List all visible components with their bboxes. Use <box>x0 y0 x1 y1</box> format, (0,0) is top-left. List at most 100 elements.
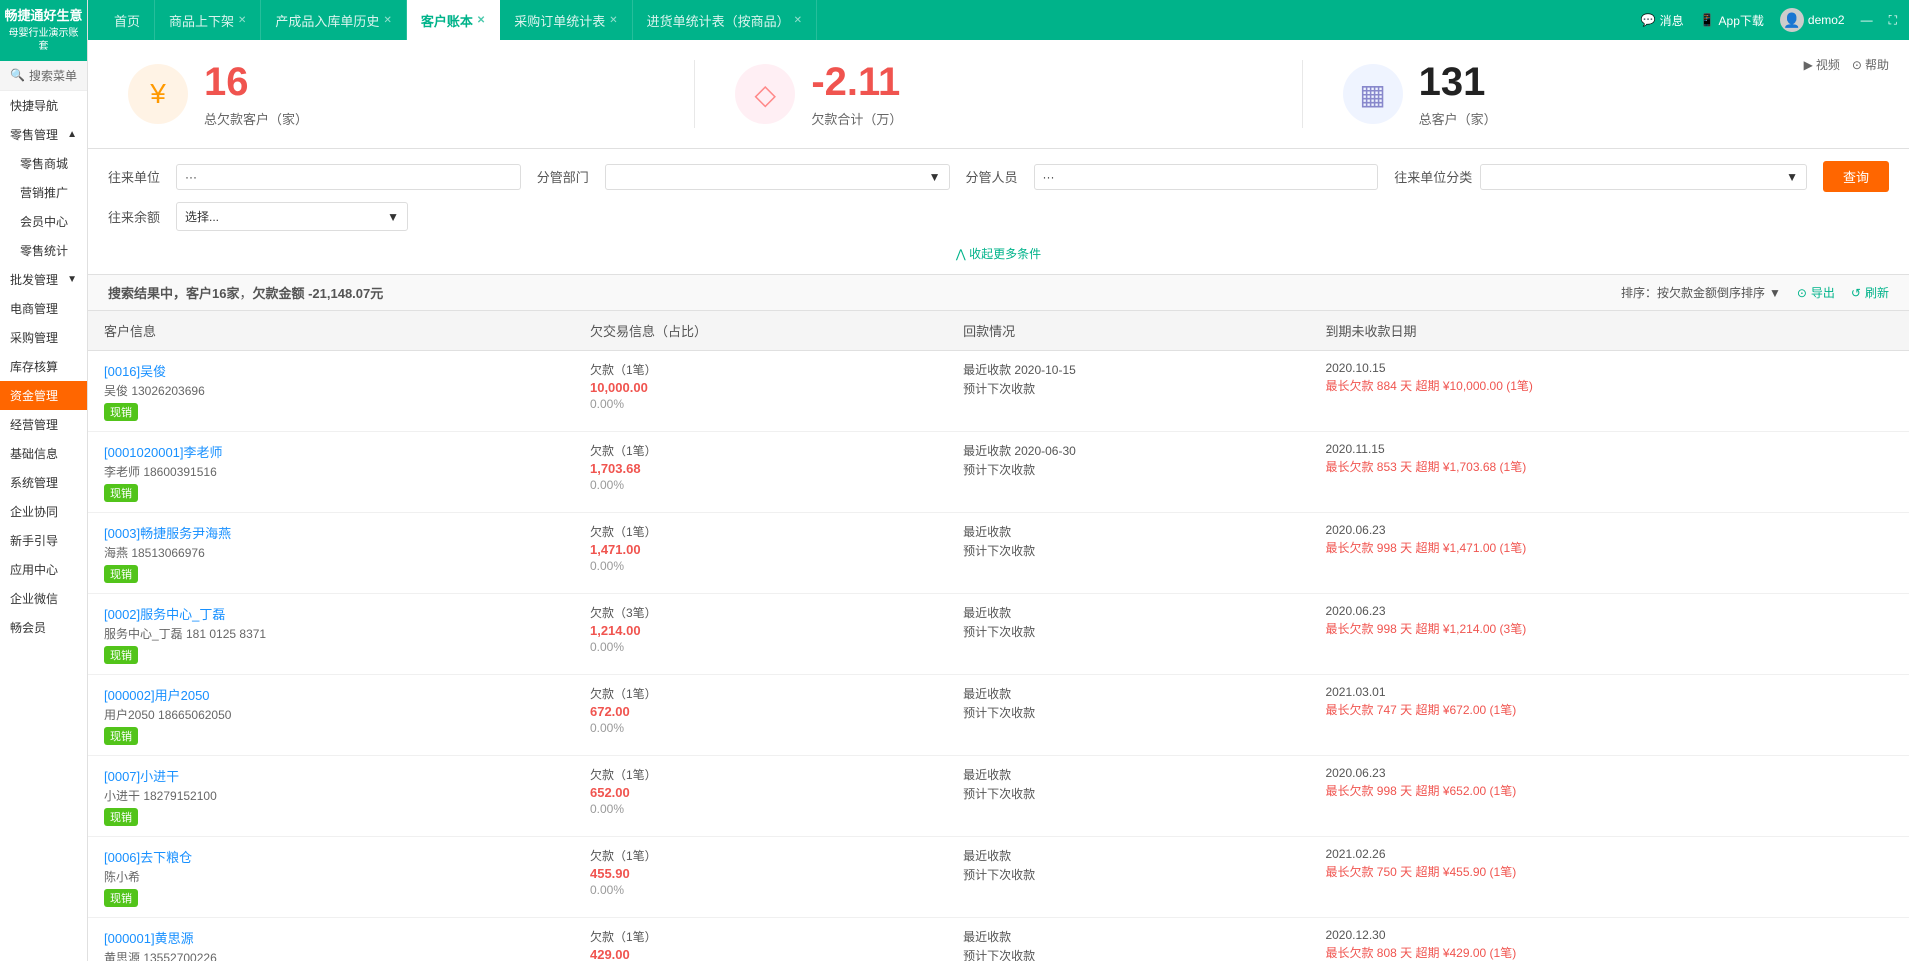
account-name: 母婴行业演示账套 <box>4 27 83 53</box>
customer-name[interactable]: [0007]小进干 <box>104 766 558 785</box>
col-payback: 回款情况 <box>947 311 1309 351</box>
app-download-button[interactable]: 📱 App下载 <box>1700 12 1764 29</box>
close-icon[interactable]: ✕ <box>383 15 391 26</box>
latest-collect: 最近收款 <box>963 928 1293 945</box>
overdue-link[interactable]: 超期 ¥672.00 (1笔) <box>1415 703 1516 717</box>
tab-stock-stat[interactable]: 进货单统计表（按商品） ✕ <box>633 0 817 40</box>
latest-collect: 最近收款 <box>963 766 1293 783</box>
stats-top-actions: ▶ 视频 ⊙ 帮助 <box>1804 56 1889 73</box>
manager-input[interactable]: ··· <box>1034 164 1379 190</box>
overdue-info: 最长欠款 998 天 超期 ¥1,471.00 (1笔) <box>1325 539 1893 556</box>
close-icon[interactable]: ✕ <box>477 15 485 26</box>
filter-row-2: 往来余额 选择... ▼ <box>108 202 1889 231</box>
logo: 畅捷通好生意 母婴行业演示账套 <box>0 0 87 61</box>
latest-collect: 最近收款 <box>963 685 1293 702</box>
help-button[interactable]: ⊙ 帮助 <box>1852 56 1889 73</box>
due-date: 2020.12.30 <box>1325 928 1893 942</box>
manager-label: 分管人员 <box>966 167 1026 186</box>
tab-home[interactable]: 首页 <box>100 0 155 40</box>
stat-debt-amount: ◇ -2.11 欠款合计（万） <box>695 60 1302 128</box>
query-button[interactable]: 查询 <box>1823 161 1889 192</box>
customer-phone: 陈小希 <box>104 868 558 885</box>
filter-balance: 往来余额 选择... ▼ <box>108 202 408 231</box>
debt-amount: 1,471.00 <box>590 542 931 557</box>
tab-production-history[interactable]: 产成品入库单历史 ✕ <box>261 0 406 40</box>
search-label: 搜索菜单 <box>29 67 77 84</box>
debt-count: 欠款（3笔） <box>590 604 931 621</box>
sidebar-item-ecom[interactable]: 电商管理 <box>0 294 87 323</box>
sidebar-item-retail-mgmt[interactable]: 零售管理 ▲ <box>0 120 87 149</box>
sidebar-item-batch-mgmt[interactable]: 批发管理 ▼ <box>0 265 87 294</box>
sidebar-item-purchase[interactable]: 采购管理 <box>0 323 87 352</box>
overdue-info: 最长欠款 750 天 超期 ¥455.90 (1笔) <box>1325 863 1893 880</box>
window-minimize-icon[interactable]: — <box>1861 13 1873 27</box>
overdue-link[interactable]: 超期 ¥429.00 (1笔) <box>1415 946 1516 960</box>
debt-count: 欠款（1笔） <box>590 523 931 540</box>
table-row: [000001]黄思源 黄思源 13552700226 现销 欠款（1笔） 42… <box>88 918 1909 961</box>
collapse-filters[interactable]: ⋀ 收起更多条件 <box>108 241 1889 266</box>
play-icon: ▶ <box>1804 58 1813 72</box>
sidebar-item-marketing[interactable]: 营销推广 <box>0 178 87 207</box>
sidebar-item-vip[interactable]: 畅会员 <box>0 613 87 642</box>
sidebar-item-retail-stat[interactable]: 零售统计 <box>0 236 87 265</box>
customer-name[interactable]: [0016]吴俊 <box>104 361 558 380</box>
overdue-link[interactable]: 超期 ¥1,703.68 (1笔) <box>1415 460 1526 474</box>
debt-amount: 652.00 <box>590 785 931 800</box>
quick-nav-label: 快捷导航 <box>10 97 58 114</box>
close-icon[interactable]: ✕ <box>609 15 617 26</box>
sidebar-item-basic-info[interactable]: 基础信息 <box>0 439 87 468</box>
overdue-link[interactable]: 超期 ¥652.00 (1笔) <box>1415 784 1516 798</box>
dept-select[interactable]: ▼ <box>605 164 950 190</box>
window-maximize-icon[interactable]: ⛶ <box>1889 13 1897 28</box>
overdue-link[interactable]: 超期 ¥1,471.00 (1笔) <box>1415 541 1526 555</box>
tab-product-listing[interactable]: 商品上下架 ✕ <box>155 0 261 40</box>
filter-area: 往来单位 ··· 分管部门 ▼ 分管人员 ··· 往来单位分类 <box>88 149 1909 275</box>
customer-name[interactable]: [0001020001]李老师 <box>104 442 558 461</box>
messages-button[interactable]: 💬 消息 <box>1641 12 1684 29</box>
sidebar-item-finance[interactable]: 资金管理 <box>0 381 87 410</box>
sidebar-item-apps[interactable]: 应用中心 <box>0 555 87 584</box>
user-menu[interactable]: 👤 demo2 <box>1780 8 1845 32</box>
customer-name[interactable]: [0003]畅捷服务尹海燕 <box>104 523 558 542</box>
sort-dropdown[interactable]: 排序：按欠款金额倒序排序 ▼ <box>1621 284 1781 301</box>
overdue-link[interactable]: 超期 ¥455.90 (1笔) <box>1415 865 1516 879</box>
sidebar-item-member[interactable]: 会员中心 <box>0 207 87 236</box>
debt-amount: 1,214.00 <box>590 623 931 638</box>
overdue-link[interactable]: 超期 ¥10,000.00 (1笔) <box>1415 379 1532 393</box>
result-info: 搜索结果中，客户16家，欠款金额 -21,148.07元 <box>108 283 383 302</box>
customer-name[interactable]: [0006]去下粮仓 <box>104 847 558 866</box>
overdue-link[interactable]: 超期 ¥1,214.00 (3笔) <box>1415 622 1526 636</box>
tab-purchase-order[interactable]: 采购订单统计表 ✕ <box>500 0 632 40</box>
col-customer-info: 客户信息 <box>88 311 574 351</box>
video-button[interactable]: ▶ 视频 <box>1804 56 1840 73</box>
sidebar: 畅捷通好生意 母婴行业演示账套 🔍 搜索菜单 快捷导航 零售管理 ▲ 零售商城 … <box>0 0 88 961</box>
sidebar-item-retail-mall[interactable]: 零售商城 <box>0 149 87 178</box>
total-customers-value: 131 <box>1419 60 1497 105</box>
debt-percent: 0.00% <box>590 802 931 816</box>
customer-name[interactable]: [000002]用户2050 <box>104 685 558 704</box>
customer-name[interactable]: [0002]服务中心_丁磊 <box>104 604 558 623</box>
unit-category-select[interactable]: ▼ <box>1480 164 1807 190</box>
sidebar-item-collab[interactable]: 企业协同 <box>0 497 87 526</box>
tab-customer-account[interactable]: 客户账本 ✕ <box>407 0 500 40</box>
refresh-button[interactable]: ↺ 刷新 <box>1851 284 1889 301</box>
sidebar-item-inventory[interactable]: 库存核算 <box>0 352 87 381</box>
sidebar-search[interactable]: 🔍 搜索菜单 <box>0 61 87 91</box>
topbar-actions: 💬 消息 📱 App下载 👤 demo2 — ⛶ <box>1641 8 1897 32</box>
sidebar-item-wechat[interactable]: 企业微信 <box>0 584 87 613</box>
debt-percent: 0.00% <box>590 397 931 411</box>
data-table-container: 客户信息 欠交易信息（占比） 回款情况 到期未收款日期 [0016]吴俊 吴俊 … <box>88 311 1909 961</box>
sidebar-item-newbie[interactable]: 新手引导 <box>0 526 87 555</box>
export-button[interactable]: ⊙ 导出 <box>1797 284 1835 301</box>
chevron-down-icon: ▼ <box>67 274 77 285</box>
sidebar-item-operations[interactable]: 经营管理 <box>0 410 87 439</box>
close-icon[interactable]: ✕ <box>794 15 802 26</box>
sidebar-item-system[interactable]: 系统管理 <box>0 468 87 497</box>
close-icon[interactable]: ✕ <box>238 15 246 26</box>
debt-count: 欠款（1笔） <box>590 766 931 783</box>
sidebar-quick-nav[interactable]: 快捷导航 <box>0 91 87 120</box>
next-collect: 预计下次收款 <box>963 542 1293 559</box>
from-unit-input[interactable]: ··· <box>176 164 521 190</box>
customer-name[interactable]: [000001]黄思源 <box>104 928 558 947</box>
balance-select[interactable]: 选择... ▼ <box>176 202 408 231</box>
